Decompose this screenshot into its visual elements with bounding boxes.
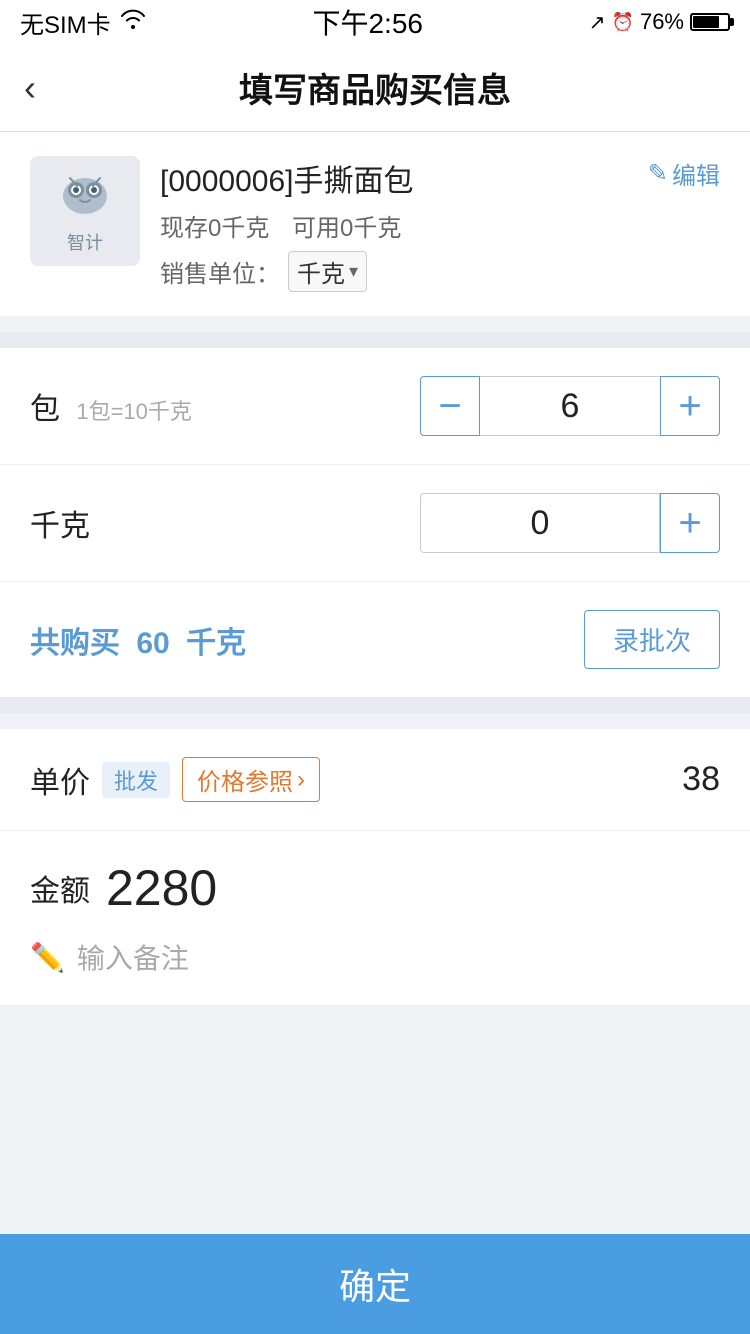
pack-hint: 1包=10千克 xyxy=(76,399,192,424)
status-right: ↗ ⏰ 76% xyxy=(589,9,730,35)
amount-value: 2280 xyxy=(106,859,217,917)
product-header: [0000006]手撕面包 ✎ 编辑 xyxy=(160,156,720,208)
pack-input-section: 包 1包=10千克 − + 千克 + xyxy=(0,348,750,582)
unit-selector[interactable]: 千克 ▾ xyxy=(288,251,367,292)
product-logo-text: 智计 xyxy=(67,229,103,255)
status-bar: 无SIM卡 下午2:56 ↗ ⏰ 76% xyxy=(0,0,750,44)
price-section: 单价 批发 价格参照 › 38 xyxy=(0,729,750,831)
note-placeholder: 输入备注 xyxy=(77,937,189,977)
pack-plus-button[interactable]: + xyxy=(660,376,720,436)
nav-bar: ‹ 填写商品购买信息 xyxy=(0,44,750,132)
note-icon: ✏️ xyxy=(30,941,65,974)
edit-button[interactable]: ✎ 编辑 xyxy=(648,156,720,191)
pack-label: 包 1包=10千克 xyxy=(30,384,420,428)
status-time: 下午2:56 xyxy=(312,2,423,42)
product-stock: 现存0千克 可用0千克 xyxy=(160,208,720,243)
amount-section: 金额 2280 ✏️ 输入备注 xyxy=(0,831,750,1005)
kg-quantity-input[interactable] xyxy=(420,493,660,553)
section-divider-1 xyxy=(0,332,750,348)
price-ref-arrow: › xyxy=(297,766,305,794)
pack-quantity-input[interactable] xyxy=(480,376,660,436)
section-divider-2 xyxy=(0,697,750,713)
amount-row: 金额 2280 xyxy=(30,859,720,917)
back-button[interactable]: ‹ xyxy=(24,67,36,109)
batch-button[interactable]: 录批次 xyxy=(584,610,720,669)
product-name: [0000006]手撕面包 xyxy=(160,156,413,200)
product-thumbnail: 智计 xyxy=(30,156,140,266)
confirm-label: 确定 xyxy=(339,1258,411,1310)
edit-icon: ✎ xyxy=(648,159,668,188)
battery-fill xyxy=(693,16,719,28)
total-amount: 60 xyxy=(136,627,169,660)
kg-label: 千克 xyxy=(30,501,420,545)
price-ref-button[interactable]: 价格参照 › xyxy=(182,757,320,802)
pack-minus-button[interactable]: − xyxy=(420,376,480,436)
carrier-text: 无SIM卡 xyxy=(20,5,111,40)
product-info: [0000006]手撕面包 ✎ 编辑 现存0千克 可用0千克 销售单位： 千克 … xyxy=(160,156,720,292)
page-title: 填写商品购买信息 xyxy=(239,63,511,112)
edit-label: 编辑 xyxy=(672,156,720,191)
battery-percent: 76% xyxy=(640,9,684,35)
confirm-button[interactable]: 确定 xyxy=(0,1234,750,1334)
wifi-icon xyxy=(119,8,147,36)
price-tag: 批发 xyxy=(102,762,170,798)
status-left: 无SIM卡 xyxy=(20,5,147,40)
pack-row: 包 1包=10千克 − + xyxy=(0,348,750,465)
battery-icon xyxy=(690,13,730,31)
pack-qty-control: − + xyxy=(420,376,720,436)
product-card: 智计 [0000006]手撕面包 ✎ 编辑 现存0千克 可用0千克 销售单位： … xyxy=(0,132,750,316)
kg-qty-control: + xyxy=(420,493,720,553)
product-unit: 销售单位： 千克 ▾ xyxy=(160,251,720,292)
location-icon: ↗ xyxy=(589,10,606,35)
amount-label: 金额 xyxy=(30,866,90,910)
product-logo xyxy=(55,168,115,227)
kg-row: 千克 + xyxy=(0,465,750,582)
note-row[interactable]: ✏️ 输入备注 xyxy=(30,937,720,977)
total-row: 共购买 60 千克 录批次 xyxy=(0,582,750,697)
kg-plus-button[interactable]: + xyxy=(660,493,720,553)
price-label: 单价 xyxy=(30,758,90,802)
price-value: 38 xyxy=(682,760,720,799)
total-text: 共购买 60 千克 xyxy=(30,618,246,662)
unit-chevron-icon: ▾ xyxy=(349,261,358,282)
price-row: 单价 批发 价格参照 › 38 xyxy=(0,729,750,831)
alarm-icon: ⏰ xyxy=(612,12,634,33)
